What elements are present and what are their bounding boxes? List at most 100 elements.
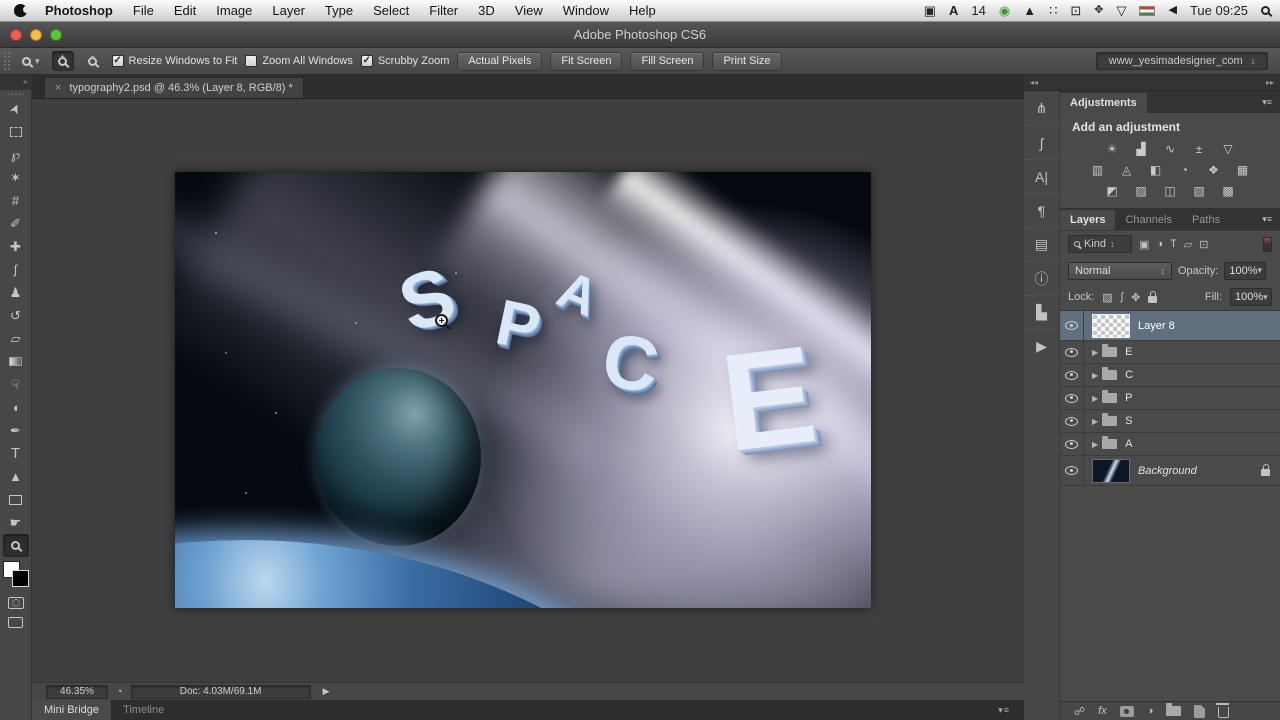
vibrance-adjustment-icon[interactable]: ▽ [1218,141,1238,156]
menu-filter[interactable]: Filter [419,0,468,21]
color-lookup-adjustment-icon[interactable]: ▦ [1233,162,1253,177]
tab-mini-bridge[interactable]: Mini Bridge [32,700,112,720]
menu-type[interactable]: Type [315,0,363,21]
background-layer-row[interactable]: Background [1060,456,1280,486]
volume-icon[interactable]: ◀ [1168,0,1176,21]
filter-type-layers-icon[interactable]: T [1170,238,1177,250]
current-tool-icon[interactable]: ▾ [18,56,44,67]
tab-layers[interactable]: Layers [1060,210,1116,230]
fit-screen-button[interactable]: Fit Screen [550,51,623,71]
brush-panel-icon[interactable]: ʃ [1023,125,1060,159]
input-language-flag-icon[interactable] [1139,5,1156,16]
layer-group-row-p[interactable]: ▶ P [1060,387,1280,410]
type-tool[interactable]: T [3,442,29,465]
clone-source-panel-icon[interactable]: ▤ [1023,227,1060,261]
new-group-button[interactable] [1166,703,1182,716]
expand-triangle-icon[interactable]: ▶ [1092,440,1098,449]
resize-windows-checkbox[interactable]: ✓ Resize Windows to Fit [111,55,237,67]
paragraph-panel-icon[interactable]: ¶ [1023,193,1060,227]
expand-triangle-icon[interactable]: ▶ [1092,394,1098,403]
visibility-cell[interactable] [1060,410,1084,432]
screen-mode-button[interactable] [8,617,23,628]
zoom-level-field[interactable]: 46.35% [46,684,108,699]
lock-position-icon[interactable]: ✥ [1131,291,1140,304]
fill-field[interactable]: 100% ▾ [1230,288,1272,306]
close-document-icon[interactable]: × [55,82,61,94]
quick-mask-button[interactable] [7,597,24,609]
layer-row-layer8[interactable]: Layer 8 [1060,311,1280,341]
layer-filter-kind-select[interactable]: Kind ↕ [1068,235,1132,253]
menu-select[interactable]: Select [363,0,419,21]
menu-help[interactable]: Help [619,0,666,21]
document-size-field[interactable]: Doc: 4.03M/69.1M [130,684,311,699]
background-thumbnail[interactable] [1092,458,1130,483]
invert-adjustment-icon[interactable]: ◩ [1102,183,1122,198]
posterize-adjustment-icon[interactable]: ▨ [1131,183,1151,198]
canvas[interactable]: S P A C E + [175,172,871,608]
screen-record-icon[interactable]: ▣ [924,0,936,21]
color-balance-adjustment-icon[interactable]: ◬ [1117,162,1137,177]
menu-photoshop[interactable]: Photoshop [35,0,123,21]
apple-menu-icon[interactable] [14,4,30,17]
layer-group-row-c[interactable]: ▶ C [1060,364,1280,387]
path-selection-tool[interactable]: ▲ [3,465,29,488]
channel-mixer-adjustment-icon[interactable]: ❖ [1204,162,1224,177]
color-swatches[interactable] [2,561,29,587]
window-manager-icon[interactable]: ✥ [1094,0,1103,21]
exposure-adjustment-icon[interactable]: ± [1189,141,1209,156]
menu-layer[interactable]: Layer [262,0,315,21]
menu-file[interactable]: File [123,0,164,21]
spotlight-search-icon[interactable] [1261,6,1270,15]
info-panel-icon[interactable]: ⓘ [1023,261,1060,295]
tab-channels[interactable]: Channels [1115,210,1181,230]
clone-stamp-tool[interactable]: ♟ [3,281,29,304]
curves-adjustment-icon[interactable]: ∿ [1160,141,1180,156]
layer-filtering-toggle[interactable] [1263,236,1272,252]
tab-paths[interactable]: Paths [1182,210,1230,230]
hue-saturation-adjustment-icon[interactable]: ▥ [1088,162,1108,177]
visibility-cell[interactable] [1060,341,1084,363]
filter-pixel-layers-icon[interactable]: ▣ [1139,238,1149,251]
blend-mode-select[interactable]: Normal ↕ [1068,261,1172,280]
tools-collapse-button[interactable]: » [0,75,32,90]
actions-panel-icon[interactable]: ▶ [1023,329,1060,363]
layer-group-row-e[interactable]: ▶ E [1060,341,1280,364]
status-sync-icon[interactable]: ◔ [116,686,123,698]
marquee-tool[interactable] [3,120,29,143]
background-color-swatch[interactable] [11,570,29,587]
lock-transparent-pixels-icon[interactable]: ▨ [1102,291,1112,304]
status-options-arrow-icon[interactable]: ▶ [323,686,330,697]
collapse-panel-dock-button[interactable]: ▸▸ [1266,78,1274,87]
levels-adjustment-icon[interactable]: ▟ [1131,141,1151,156]
zoom-out-mode-button[interactable]: − [82,51,104,71]
history-brush-tool[interactable]: ↺ [3,304,29,327]
add-layer-mask-button[interactable] [1119,705,1134,717]
layer-group-row-s[interactable]: ▶ S [1060,410,1280,433]
hand-tool[interactable]: ☛ [3,511,29,534]
expand-triangle-icon[interactable]: ▶ [1092,417,1098,426]
lock-image-pixels-icon[interactable]: ʃ [1121,291,1123,303]
filter-smart-object-icon[interactable]: ⊡ [1199,238,1208,251]
layer-style-button[interactable]: fx [1098,705,1107,717]
globe-status-icon[interactable]: ◉ [999,0,1010,21]
menu-3d[interactable]: 3D [468,0,505,21]
link-layers-button[interactable]: ☍ [1074,705,1085,718]
crop-tool[interactable]: # [3,189,29,212]
zoom-all-windows-checkbox[interactable]: Zoom All Windows [245,55,353,67]
gradient-tool[interactable] [3,350,29,373]
histogram-panel-icon[interactable]: ▙ [1023,295,1060,329]
visibility-cell[interactable] [1060,387,1084,409]
new-layer-button[interactable] [1194,704,1206,718]
black-white-adjustment-icon[interactable]: ◧ [1146,162,1166,177]
brush-presets-panel-icon[interactable]: ⋔ [1024,91,1060,125]
drive-sync-icon[interactable]: ▲ [1023,0,1036,21]
dodge-tool[interactable]: ◖ [3,396,29,419]
threshold-adjustment-icon[interactable]: ◫ [1160,183,1180,198]
visibility-cell[interactable] [1060,456,1084,485]
pen-tool[interactable]: ✒ [3,419,29,442]
menu-window[interactable]: Window [553,0,619,21]
new-adjustment-layer-button[interactable]: ◑ [1147,705,1154,717]
menubar-clock[interactable]: Tue 09:25 [1190,3,1248,18]
fill-screen-button[interactable]: Fill Screen [630,51,705,71]
photo-filter-adjustment-icon[interactable]: ◔ [1175,162,1195,177]
